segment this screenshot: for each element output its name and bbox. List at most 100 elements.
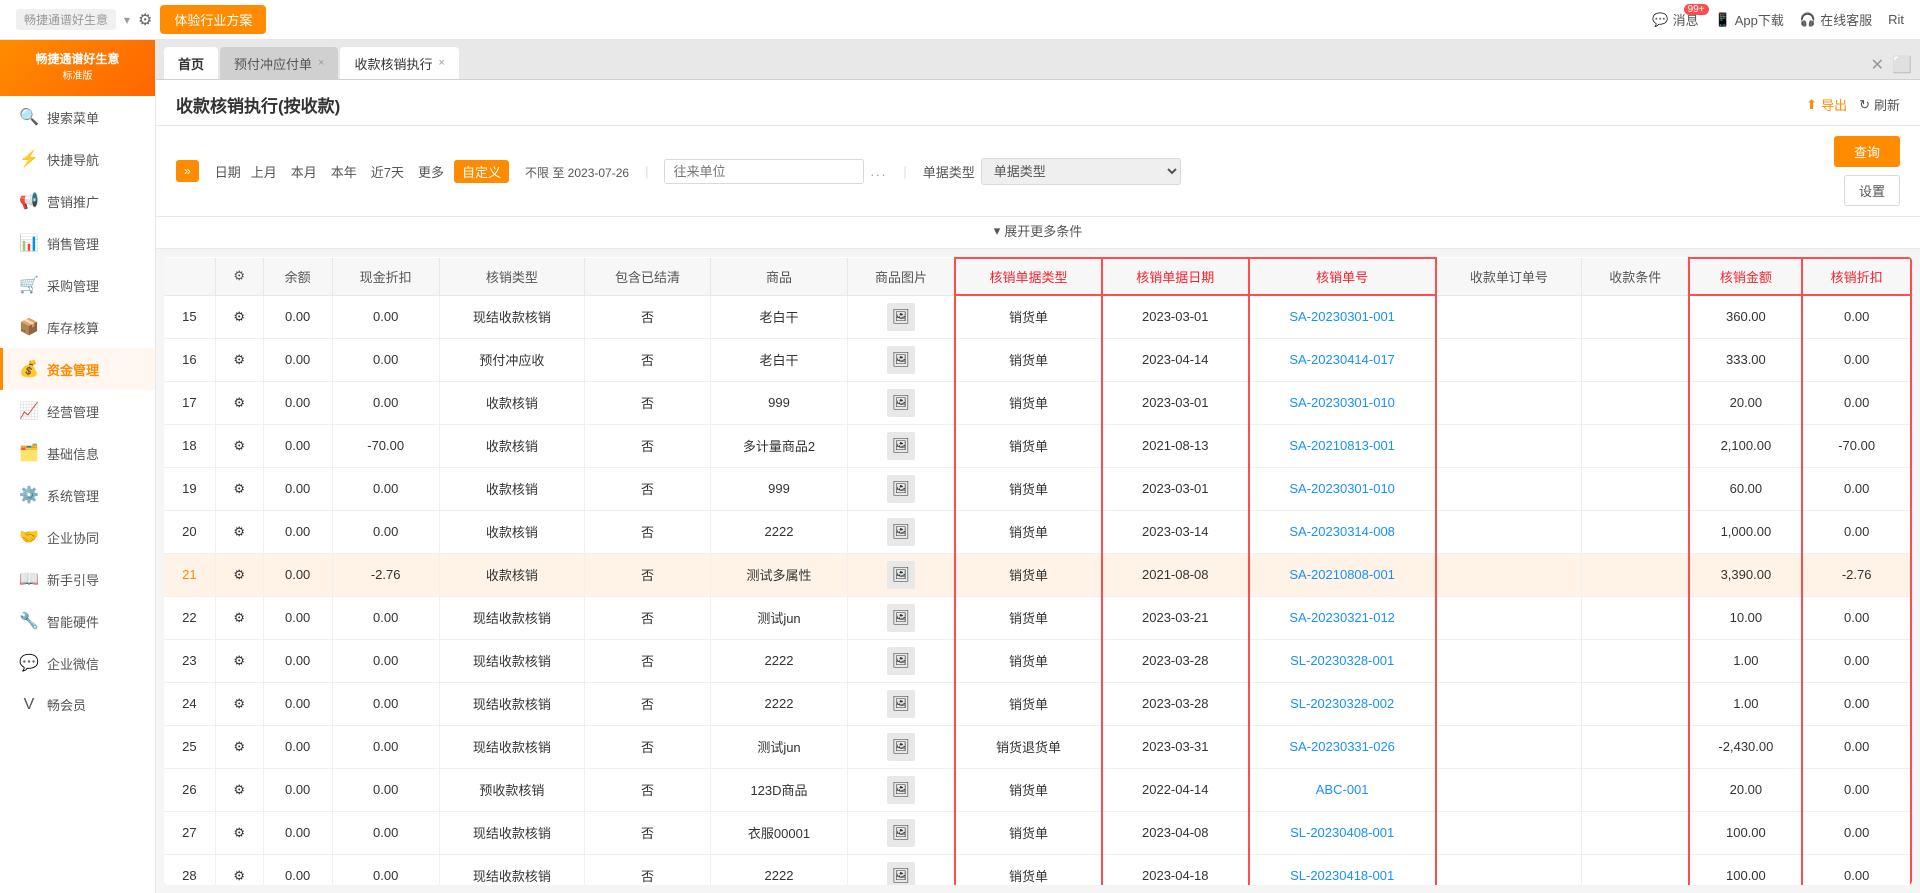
date-this-year[interactable]: 本年 — [327, 160, 361, 183]
cell-writeoffDiscount-13: 0.00 — [1802, 854, 1911, 885]
date-custom[interactable]: 自定义 — [454, 160, 509, 183]
cell-billNo-6[interactable]: SA-20210808-001 — [1249, 553, 1436, 596]
cell-gear-11[interactable]: ⚙ — [215, 768, 263, 811]
online-service-button[interactable]: 🎧 在线客服 — [1800, 10, 1872, 29]
sidebar-item-12[interactable]: 🔧智能硬件 — [0, 600, 155, 642]
cell-gear-5[interactable]: ⚙ — [215, 510, 263, 553]
solution-button[interactable]: 体验行业方案 — [160, 5, 266, 34]
table-row: 20⚙0.000.00收款核销否2222🖼销货单2023-03-14SA-202… — [164, 510, 1911, 553]
sidebar-item-5[interactable]: 📦库存核算 — [0, 306, 155, 348]
date-last-month[interactable]: 上月 — [247, 160, 281, 183]
cell-billNo-7[interactable]: SA-20230321-012 — [1249, 596, 1436, 639]
cell-receiptCondition-12 — [1582, 811, 1690, 854]
cell-no-12: 27 — [164, 811, 215, 854]
cell-gear-9[interactable]: ⚙ — [215, 682, 263, 725]
cell-gear-13[interactable]: ⚙ — [215, 854, 263, 885]
sidebar-item-9[interactable]: ⚙️系统管理 — [0, 474, 155, 516]
cell-billNo-1[interactable]: SA-20230414-017 — [1249, 338, 1436, 381]
settings-icon[interactable]: ⚙ — [138, 10, 152, 30]
cell-gear-6[interactable]: ⚙ — [215, 553, 263, 596]
sidebar-item-0[interactable]: 🔍搜索菜单 — [0, 96, 155, 138]
cell-billNo-0[interactable]: SA-20230301-001 — [1249, 295, 1436, 338]
cell-billType-4: 销货单 — [955, 467, 1102, 510]
cell-billNo-11[interactable]: ABC-001 — [1249, 768, 1436, 811]
sidebar-item-10[interactable]: 🤝企业协同 — [0, 516, 155, 558]
th-gear: ⚙ — [215, 258, 263, 295]
sidebar-item-11[interactable]: 📖新手引导 — [0, 558, 155, 600]
cell-no-13: 28 — [164, 854, 215, 885]
cell-balance-7: 0.00 — [263, 596, 332, 639]
cell-billNo-3[interactable]: SA-20210813-001 — [1249, 424, 1436, 467]
cell-cashDiscount-0: 0.00 — [332, 295, 439, 338]
export-button[interactable]: ⬆ 导出 — [1806, 95, 1847, 114]
cell-billNo-10[interactable]: SA-20230331-026 — [1249, 725, 1436, 768]
message-button[interactable]: 💬 消息 99+ — [1652, 10, 1698, 29]
cell-gear-0[interactable]: ⚙ — [215, 295, 263, 338]
sidebar-logo: 畅捷通谱好生意标准版 — [0, 40, 155, 96]
sidebar-item-4[interactable]: 🛒采购管理 — [0, 264, 155, 306]
sidebar-icon-5: 📦 — [19, 317, 39, 337]
cell-billDate-10: 2023-03-31 — [1102, 725, 1249, 768]
cell-billNo-5[interactable]: SA-20230314-008 — [1249, 510, 1436, 553]
cell-billNo-2[interactable]: SA-20230301-010 — [1249, 381, 1436, 424]
doctype-select[interactable]: 单据类型 — [981, 158, 1181, 185]
cell-gear-1[interactable]: ⚙ — [215, 338, 263, 381]
export-icon: ⬆ — [1806, 97, 1817, 113]
tab-home[interactable]: 首页 — [164, 47, 218, 79]
cell-receiptOrderNo-7 — [1436, 596, 1582, 639]
cell-writeoffAmount-0: 360.00 — [1689, 295, 1802, 338]
tab-writeoff-label: 收款核销执行 — [354, 54, 432, 73]
cell-productImg-5: 🖼 — [847, 510, 955, 553]
maximize-icon[interactable]: ⬜ — [1892, 55, 1912, 75]
cell-billNo-4[interactable]: SA-20230301-010 — [1249, 467, 1436, 510]
app-download-button[interactable]: 📱 App下载 — [1715, 10, 1784, 29]
sidebar-item-14[interactable]: V畅会员 — [0, 684, 155, 725]
filter-actions: 查询 设置 — [1834, 136, 1900, 206]
filter-settings-button[interactable]: 设置 — [1844, 175, 1900, 206]
refresh-button[interactable]: ↻ 刷新 — [1859, 95, 1900, 114]
cell-gear-3[interactable]: ⚙ — [215, 424, 263, 467]
cell-billDate-12: 2023-04-08 — [1102, 811, 1249, 854]
cell-product-7: 测试jun — [711, 596, 848, 639]
cell-billNo-9[interactable]: SL-20230328-002 — [1249, 682, 1436, 725]
sidebar-item-3[interactable]: 📊销售管理 — [0, 222, 155, 264]
filter-toggle-button[interactable]: » — [176, 160, 199, 182]
date-last-7days[interactable]: 近7天 — [367, 160, 408, 183]
tab-prepay-close[interactable]: × — [318, 57, 324, 69]
cell-gear-7[interactable]: ⚙ — [215, 596, 263, 639]
cell-billNo-13[interactable]: SL-20230418-001 — [1249, 854, 1436, 885]
cell-balance-10: 0.00 — [263, 725, 332, 768]
partner-dots[interactable]: ... — [870, 164, 887, 179]
table-row: 15⚙0.000.00现结收款核销否老白干🖼销货单2023-03-01SA-20… — [164, 295, 1911, 338]
cell-gear-12[interactable]: ⚙ — [215, 811, 263, 854]
cell-gear-10[interactable]: ⚙ — [215, 725, 263, 768]
date-more[interactable]: 更多 — [414, 160, 448, 183]
cell-gear-2[interactable]: ⚙ — [215, 381, 263, 424]
sidebar-item-7[interactable]: 📈经营管理 — [0, 390, 155, 432]
cell-gear-4[interactable]: ⚙ — [215, 467, 263, 510]
cell-product-3: 多计量商品2 — [711, 424, 848, 467]
cell-writeoffType-11: 预收款核销 — [439, 768, 584, 811]
partner-input[interactable] — [664, 159, 864, 184]
query-button[interactable]: 查询 — [1834, 136, 1900, 167]
tab-writeoff[interactable]: 收款核销执行 × — [340, 47, 458, 79]
sidebar-item-13[interactable]: 💬企业微信 — [0, 642, 155, 684]
cell-billNo-8[interactable]: SL-20230328-001 — [1249, 639, 1436, 682]
date-this-month[interactable]: 本月 — [287, 160, 321, 183]
sidebar-item-8[interactable]: 🗂️基础信息 — [0, 432, 155, 474]
close-window-icon[interactable]: ✕ — [1871, 55, 1884, 75]
tab-prepay-label: 预付冲应付单 — [234, 54, 312, 73]
sidebar-item-2[interactable]: 📢营销推广 — [0, 180, 155, 222]
tab-prepay[interactable]: 预付冲应付单 × — [220, 47, 338, 79]
sidebar-item-1[interactable]: ⚡快捷导航 — [0, 138, 155, 180]
cell-billDate-6: 2021-08-08 — [1102, 553, 1249, 596]
tab-writeoff-close[interactable]: × — [438, 57, 444, 69]
cell-billNo-12[interactable]: SL-20230408-001 — [1249, 811, 1436, 854]
cell-receiptCondition-3 — [1582, 424, 1690, 467]
cell-writeoffDiscount-4: 0.00 — [1802, 467, 1911, 510]
cell-includedSettled-0: 否 — [584, 295, 710, 338]
cell-writeoffAmount-6: 3,390.00 — [1689, 553, 1802, 596]
sidebar-item-6[interactable]: 💰资金管理 — [0, 348, 155, 390]
cell-gear-8[interactable]: ⚙ — [215, 639, 263, 682]
expand-more-button[interactable]: ▾ 展开更多条件 — [994, 221, 1083, 240]
